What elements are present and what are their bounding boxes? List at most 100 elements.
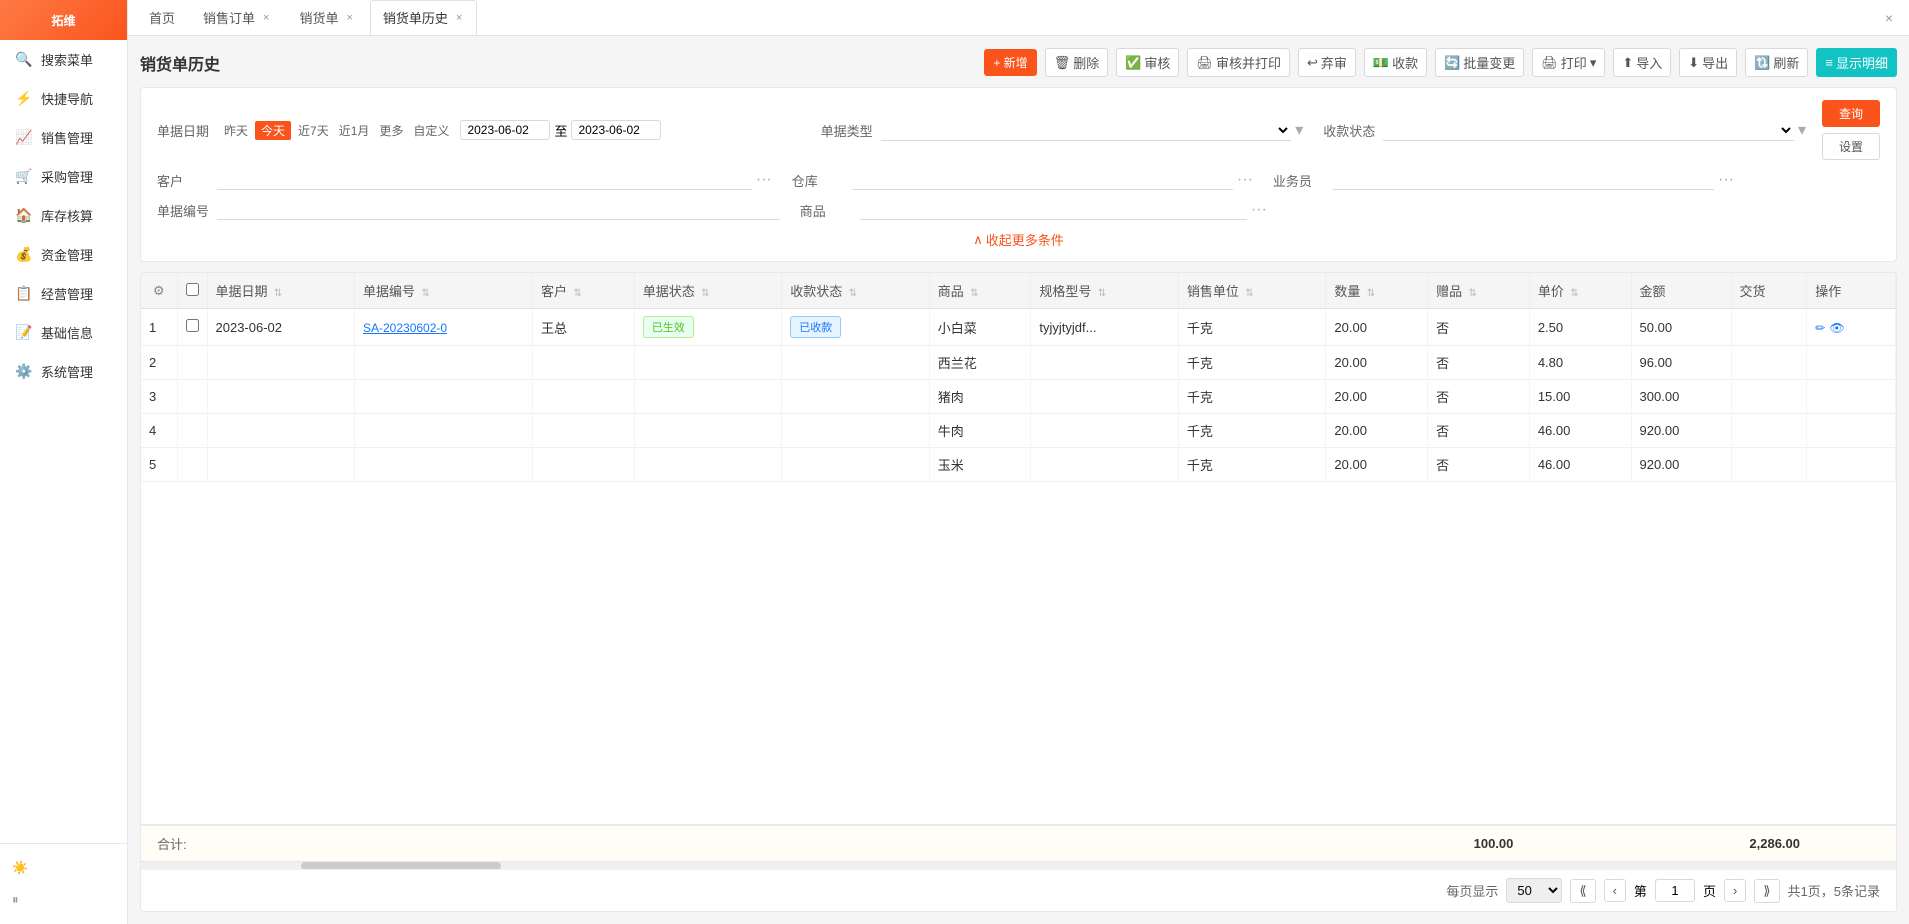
sidebar-item-basic[interactable]: 📝 基础信息 — [0, 313, 127, 352]
shortcut-custom[interactable]: 自定义 — [410, 121, 452, 140]
doc-status-badge: 已生效 — [643, 316, 694, 338]
sidebar-item-inventory[interactable]: 🏠 库存核算 — [0, 196, 127, 235]
tab-sales-order[interactable]: 销售订单 × — [190, 0, 284, 35]
tab-sales-order-close[interactable]: × — [261, 11, 271, 25]
tab-sales-history[interactable]: 销货单历史 × — [370, 0, 477, 35]
select-all-checkbox[interactable] — [186, 283, 199, 296]
date-to-input[interactable] — [571, 120, 661, 140]
cell-goods: 西兰花 — [929, 346, 1031, 380]
filter-row-1: 单据日期 昨天 今天 近7天 近1月 更多 自定义 至 — [157, 100, 1880, 160]
cell-paystatus — [782, 448, 930, 482]
th-unit-price-sort[interactable]: ⇅ — [1570, 288, 1578, 299]
shortcut-1month[interactable]: 近1月 — [336, 121, 373, 140]
export-button[interactable]: ⬇ 导出 — [1679, 48, 1737, 77]
sidebar-item-system[interactable]: ⚙️ 系统管理 — [0, 352, 127, 391]
th-gift-sort[interactable]: ⇅ — [1468, 288, 1476, 299]
cell-trade — [1731, 346, 1807, 380]
new-button[interactable]: + 新增 — [984, 49, 1036, 76]
shortcut-7days[interactable]: 近7天 — [295, 121, 332, 140]
sidebar-item-purchase[interactable]: 🛒 采购管理 — [0, 157, 127, 196]
page-last-btn[interactable]: ⟫ — [1754, 879, 1779, 903]
sidebar-item-biz[interactable]: 📋 经营管理 — [0, 274, 127, 313]
cell-docstatus — [634, 346, 782, 380]
view-btn[interactable]: 👁 — [1829, 321, 1844, 335]
sidebar-bottom-item2[interactable]: ⏸ — [0, 884, 127, 916]
goods-input[interactable] — [860, 200, 1247, 220]
sidebar-item-fund[interactable]: 💰 资金管理 — [0, 235, 127, 274]
salesman-input[interactable] — [1333, 170, 1714, 190]
pay-status-badge: 已收款 — [790, 316, 841, 338]
batch-icon: 🔄 — [1444, 55, 1460, 71]
sidebar: 拓维 🔍 搜索菜单 ⚡ 快捷导航 📈 销售管理 🛒 采购管理 🏠 库存核算 💰 … — [0, 0, 128, 924]
th-unit: 销售单位 ⇅ — [1178, 273, 1326, 309]
cell-trade — [1731, 309, 1807, 346]
tab-sales-history-close[interactable]: × — [454, 11, 464, 25]
tab-sales-goods[interactable]: 销货单 × — [286, 0, 367, 35]
edit-btn[interactable]: ✏ — [1815, 321, 1825, 335]
table-row: 4 牛肉 千克 20.00 否 46.00 920.00 — [141, 414, 1896, 448]
page-next-btn[interactable]: › — [1724, 879, 1746, 902]
th-spec-sort[interactable]: ⇅ — [1098, 288, 1106, 299]
page-num-input[interactable] — [1655, 879, 1695, 902]
shortcut-yesterday[interactable]: 昨天 — [221, 121, 251, 140]
refresh-button[interactable]: 🔃 刷新 — [1745, 48, 1808, 77]
summary-label: 合计: — [157, 834, 187, 853]
horizontal-scroll[interactable] — [141, 861, 1896, 869]
audit-button[interactable]: ✅ 审核 — [1116, 48, 1179, 77]
shortcut-more[interactable]: 更多 — [376, 121, 406, 140]
abandon-button[interactable]: ↩ 弃审 — [1298, 48, 1356, 77]
tab-sales-goods-close[interactable]: × — [344, 11, 354, 25]
th-doc-no-sort[interactable]: ⇅ — [421, 288, 429, 299]
cell-unitprice: 2.50 — [1529, 309, 1631, 346]
sidebar-item-sales[interactable]: 📈 销售管理 — [0, 118, 127, 157]
page-prev-btn[interactable]: ‹ — [1604, 879, 1626, 902]
cell-customer — [533, 448, 635, 482]
doc-no-link[interactable]: SA-20230602-0 — [363, 321, 447, 335]
collapse-button[interactable]: ∧ 收起更多条件 — [973, 230, 1064, 249]
settings-button[interactable]: 设置 — [1822, 133, 1880, 160]
tab-close-all[interactable]: × — [1877, 10, 1901, 26]
chevron-up-icon: ∧ — [973, 232, 983, 248]
show-detail-button[interactable]: ≡ 显示明细 — [1816, 48, 1897, 77]
delete-button[interactable]: 🗑 删除 — [1045, 48, 1109, 77]
page-first-btn[interactable]: ⟪ — [1570, 879, 1595, 903]
doctype-select[interactable] — [881, 119, 1292, 141]
row-checkbox[interactable] — [186, 319, 199, 332]
cell-paystatus: 已收款 — [782, 309, 930, 346]
cell-docdate — [207, 346, 355, 380]
salesman-label: 业务员 — [1273, 171, 1333, 190]
import-button[interactable]: ⬆ 导入 — [1613, 48, 1671, 77]
print-dropdown-icon: ▾ — [1590, 55, 1597, 71]
cell-gift: 否 — [1428, 309, 1530, 346]
th-goods-sort[interactable]: ⇅ — [970, 288, 978, 299]
table-setting-icon[interactable]: ⚙ — [153, 283, 165, 298]
collect-button[interactable]: 💵 收款 — [1364, 48, 1427, 77]
tab-home[interactable]: 首页 — [136, 0, 188, 35]
th-doc-date-sort[interactable]: ⇅ — [274, 288, 282, 299]
sidebar-item-quick-nav[interactable]: ⚡ 快捷导航 — [0, 79, 127, 118]
batch-change-button[interactable]: 🔄 批量变更 — [1435, 48, 1524, 77]
audit-print-button[interactable]: 🖨 审核并打印 — [1187, 48, 1290, 77]
query-button[interactable]: 查询 — [1822, 100, 1880, 127]
sidebar-bottom-item1[interactable]: ☀️ — [0, 852, 127, 884]
th-pay-status-sort[interactable]: ⇅ — [849, 288, 857, 299]
quick-nav-icon: ⚡ — [15, 90, 33, 107]
paystatus-select[interactable] — [1383, 119, 1794, 141]
date-from-input[interactable] — [460, 120, 550, 140]
cell-amount: 96.00 — [1631, 346, 1731, 380]
th-qty-sort[interactable]: ⇅ — [1367, 288, 1375, 299]
th-unit-sort[interactable]: ⇅ — [1245, 288, 1253, 299]
print-button[interactable]: 🖨 打印 ▾ — [1532, 48, 1605, 77]
docno-input[interactable] — [217, 200, 780, 220]
per-page-select[interactable]: 50 10 20 100 — [1506, 878, 1562, 903]
sidebar-item-label: 资金管理 — [41, 245, 93, 264]
date-range: 至 — [460, 120, 800, 140]
th-doc-no: 单据编号 ⇅ — [355, 273, 533, 309]
shortcut-today[interactable]: 今天 — [255, 121, 291, 140]
customer-input[interactable] — [217, 170, 752, 190]
sidebar-item-search[interactable]: 🔍 搜索菜单 — [0, 40, 127, 79]
cell-goods: 猪肉 — [929, 380, 1031, 414]
th-doc-status-sort[interactable]: ⇅ — [701, 288, 709, 299]
th-customer-sort[interactable]: ⇅ — [573, 288, 581, 299]
warehouse-input[interactable] — [852, 170, 1233, 190]
